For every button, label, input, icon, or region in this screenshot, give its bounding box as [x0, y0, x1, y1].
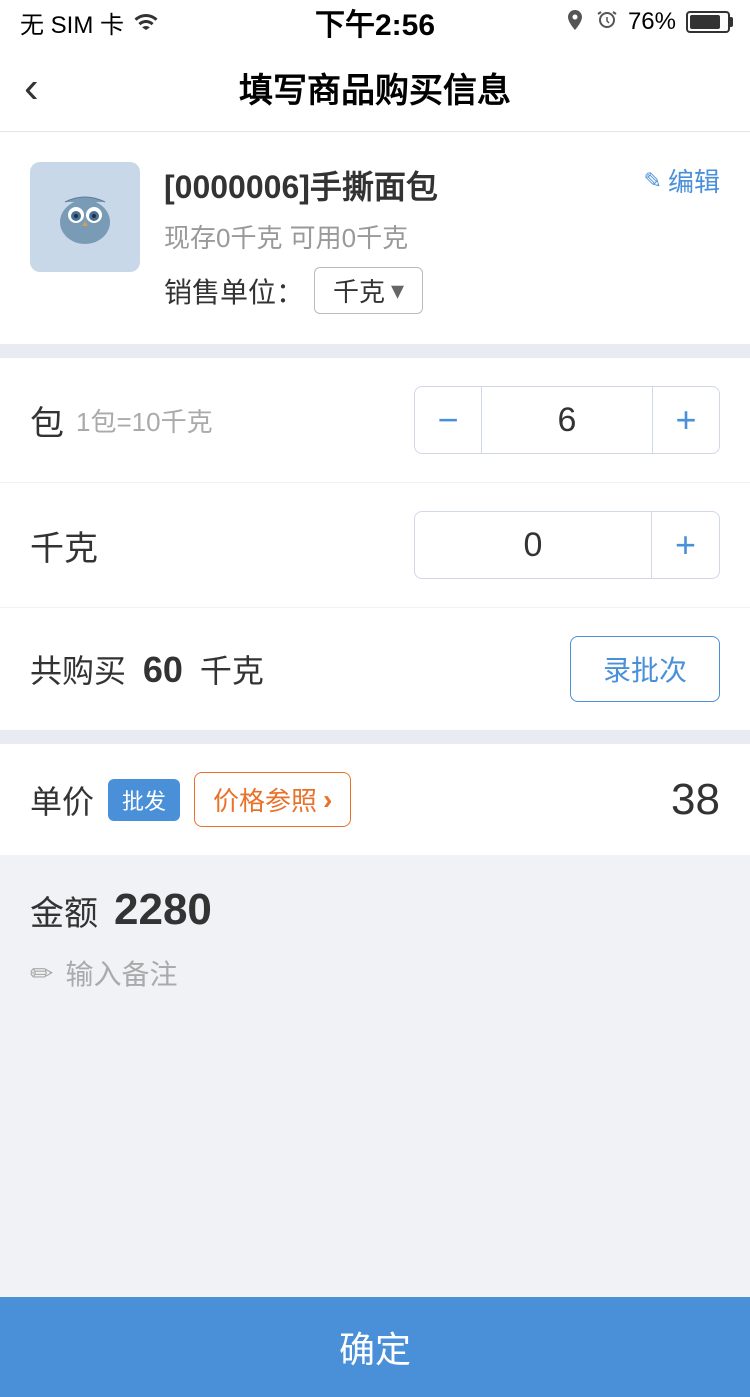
battery-icon: [686, 11, 730, 33]
status-time: 下午2:56: [315, 0, 435, 44]
status-right: 76%: [564, 8, 730, 37]
confirm-label: 确定: [339, 1321, 411, 1373]
qty-plus-btn-kg[interactable]: +: [652, 511, 720, 579]
alarm-icon: [596, 8, 618, 37]
qty-input-bao[interactable]: [482, 386, 652, 454]
status-left: 无 SIM 卡: [20, 5, 160, 40]
qty-minus-btn-bao[interactable]: −: [414, 386, 482, 454]
qty-sub-bao: 1包=10千克: [76, 402, 213, 439]
qty-unit-kg: 千克: [30, 521, 98, 570]
qty-label-bao: 包 1包=10千克: [30, 396, 213, 445]
amount-label: 金额: [30, 886, 98, 935]
product-info: [0000006]手撕面包 现存0千克 可用0千克 销售单位： 千克 ▾: [164, 162, 720, 314]
note-placeholder[interactable]: 输入备注: [65, 953, 177, 993]
quantity-row-kg: 千克 +: [0, 483, 750, 608]
total-row: 共购买 60 千克 录批次: [0, 608, 750, 730]
amount-section: 金额 2280 ✏ 输入备注: [0, 855, 750, 1017]
pencil-icon: ✏: [30, 957, 53, 990]
unit-select[interactable]: 千克 ▾: [314, 267, 423, 314]
qty-controls-bao: − +: [414, 386, 720, 454]
amount-value: 2280: [114, 885, 212, 935]
product-card: [0000006]手撕面包 现存0千克 可用0千克 销售单位： 千克 ▾ ✎ 编…: [0, 132, 750, 344]
wifi-icon: [132, 8, 160, 37]
product-stock: 现存0千克 可用0千克: [164, 218, 720, 255]
quantity-row-bao: 包 1包=10千克 − +: [0, 358, 750, 483]
battery-text: 76%: [628, 8, 676, 36]
edit-button[interactable]: ✎ 编辑: [644, 162, 720, 199]
price-value: 38: [671, 775, 720, 825]
owl-icon: [50, 187, 120, 247]
price-label: 单价: [30, 777, 94, 823]
divider-1: [0, 344, 750, 358]
unit-label: 销售单位：: [164, 271, 304, 311]
qty-unit-bao: 包: [30, 396, 64, 445]
price-left: 单价 批发 价格参照 ›: [30, 772, 351, 827]
price-section: 单价 批发 价格参照 › 38: [0, 744, 750, 855]
location-icon: [564, 8, 586, 37]
empty-space: [0, 1017, 750, 1297]
product-unit-row: 销售单位： 千克 ▾: [164, 267, 720, 314]
ref-arrow-icon: ›: [323, 784, 332, 816]
page-title: 填写商品购买信息: [239, 63, 511, 112]
total-value: 60: [143, 649, 183, 690]
record-batch-btn[interactable]: 录批次: [570, 636, 720, 702]
note-row: ✏ 输入备注: [30, 953, 720, 993]
total-text: 共购买 60 千克: [30, 646, 264, 692]
batch-badge: 批发: [108, 779, 180, 821]
back-button[interactable]: ‹: [24, 66, 39, 110]
product-image: [30, 162, 140, 272]
amount-row: 金额 2280: [30, 885, 720, 935]
qty-controls-kg: +: [414, 511, 720, 579]
confirm-btn[interactable]: 确定: [0, 1297, 750, 1397]
edit-icon: ✎: [644, 168, 662, 194]
carrier-text: 无 SIM 卡: [20, 5, 124, 40]
product-name: [0000006]手撕面包: [164, 162, 720, 208]
divider-2: [0, 730, 750, 744]
qty-label-kg: 千克: [30, 521, 98, 570]
qty-plus-btn-bao[interactable]: +: [652, 386, 720, 454]
status-bar: 无 SIM 卡 下午2:56 76%: [0, 0, 750, 44]
price-ref-btn[interactable]: 价格参照 ›: [194, 772, 351, 827]
nav-bar: ‹ 填写商品购买信息: [0, 44, 750, 132]
qty-input-kg[interactable]: [414, 511, 652, 579]
